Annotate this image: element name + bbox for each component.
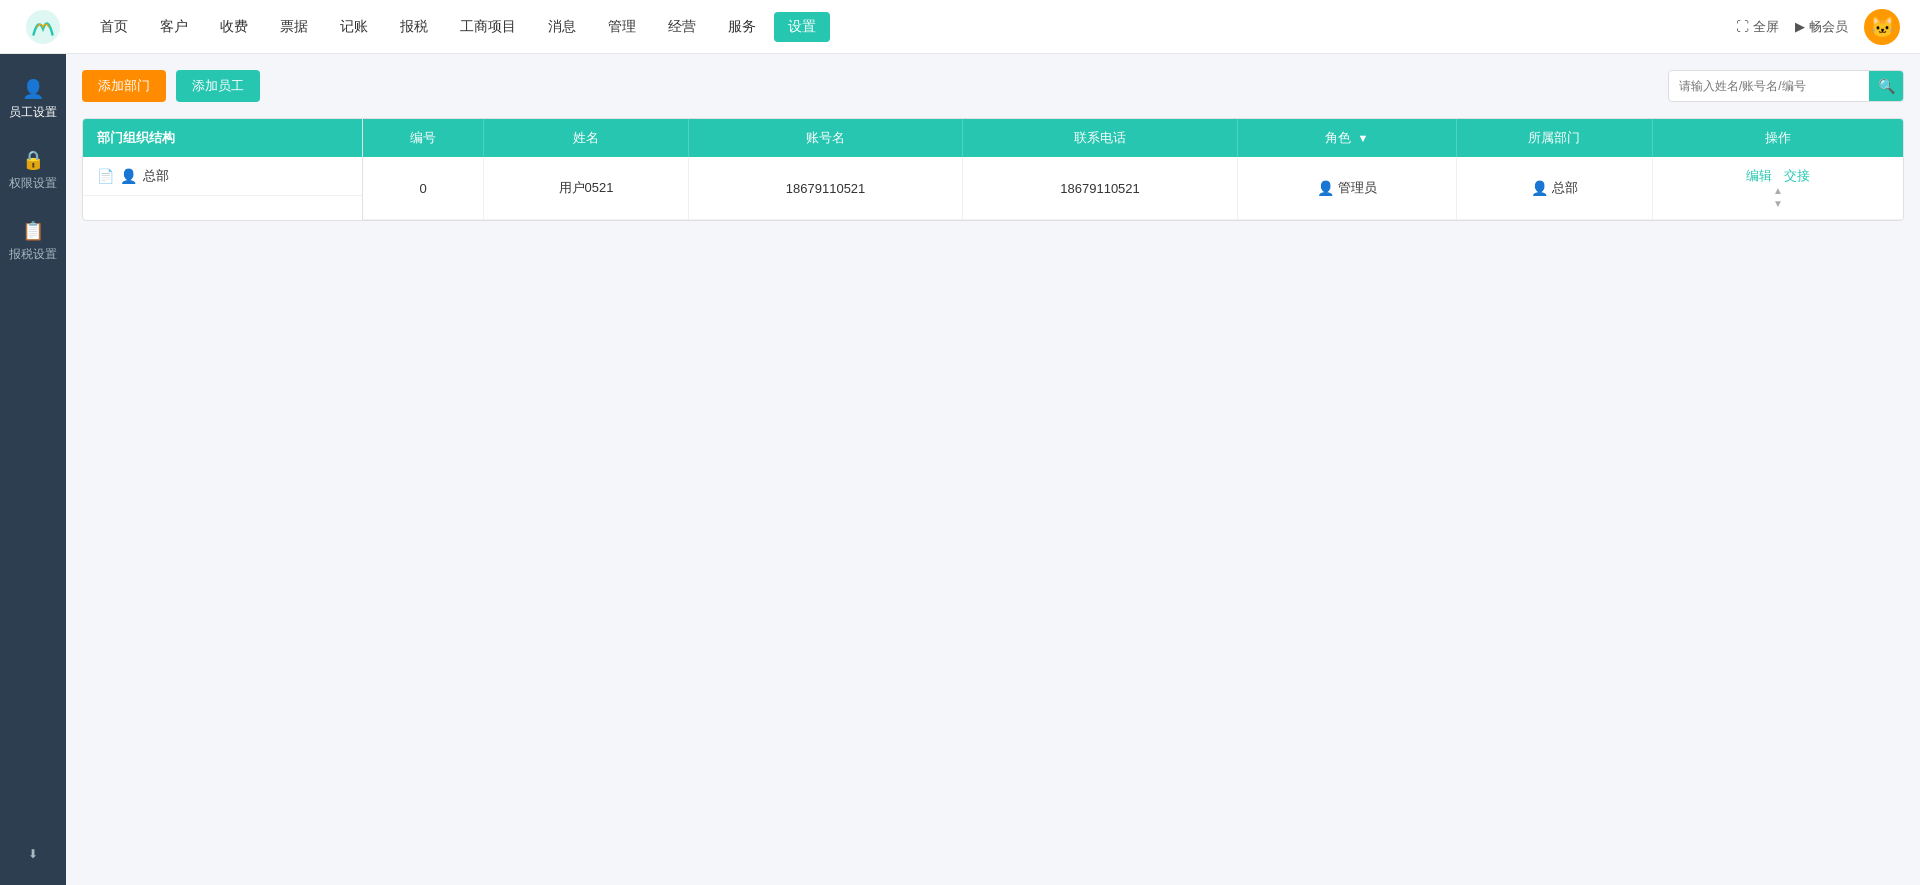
col-name: 姓名 xyxy=(484,119,689,157)
sidebar-item-employee[interactable]: 👤 员工设置 xyxy=(0,64,66,135)
arrow-down-icon: ▼ xyxy=(1773,198,1783,209)
tree-header: 部门组织结构 xyxy=(83,119,362,157)
nav-settings[interactable]: 设置 xyxy=(774,12,830,42)
tree-panel: 部门组织结构 📄 👤 总部 xyxy=(83,119,363,220)
vip-label: 畅会员 xyxy=(1809,18,1848,36)
logo-icon xyxy=(24,8,62,46)
search-input[interactable] xyxy=(1669,79,1869,93)
logo-area xyxy=(10,8,76,46)
tree-file-icon: 📄 xyxy=(97,168,114,184)
nav-home[interactable]: 首页 xyxy=(86,12,142,42)
main-layout: 👤 员工设置 🔒 权限设置 📋 报税设置 ⬇ 添加部门 添加员工 🔍 xyxy=(0,54,1920,885)
top-navigation: 首页 客户 收费 票据 记账 报税 工商项目 消息 管理 经营 服务 设置 ⛶ … xyxy=(0,0,1920,54)
role-label: 管理员 xyxy=(1338,179,1377,197)
cell-actions: 编辑 交接 ▲ ▼ xyxy=(1652,157,1903,220)
search-button[interactable]: 🔍 xyxy=(1869,70,1903,102)
sidebar-download[interactable]: ⬇ xyxy=(0,833,66,875)
search-icon: 🔍 xyxy=(1878,78,1895,94)
fullscreen-label: 全屏 xyxy=(1753,18,1779,36)
table-row: 0 用户0521 18679110521 18679110521 👤 管理员 xyxy=(363,157,1903,220)
employee-icon: 👤 xyxy=(22,78,44,100)
add-department-button[interactable]: 添加部门 xyxy=(82,70,166,102)
tree-item-root[interactable]: 📄 👤 总部 xyxy=(83,157,362,196)
col-account: 账号名 xyxy=(688,119,962,157)
sidebar-item-permission-label: 权限设置 xyxy=(9,175,57,192)
cell-phone: 18679110521 xyxy=(963,157,1237,220)
download-icon: ⬇ xyxy=(28,847,38,861)
scroll-arrows: ▲ ▼ xyxy=(1661,185,1895,209)
col-role-label: 角色 xyxy=(1325,130,1351,145)
col-role[interactable]: 角色 ▼ xyxy=(1237,119,1456,157)
nav-bill[interactable]: 票据 xyxy=(266,12,322,42)
fullscreen-button[interactable]: ⛶ 全屏 xyxy=(1736,18,1779,36)
main-nav: 首页 客户 收费 票据 记账 报税 工商项目 消息 管理 经营 服务 设置 xyxy=(86,12,1736,42)
sidebar-item-tax-label: 报税设置 xyxy=(9,246,57,263)
nav-operation[interactable]: 经营 xyxy=(654,12,710,42)
dept-user-icon: 👤 xyxy=(1531,180,1548,196)
cell-role: 👤 管理员 xyxy=(1237,157,1456,220)
table-header-row: 编号 姓名 账号名 联系电话 角色 ▼ 所属部门 操作 xyxy=(363,119,1903,157)
tax-icon: 📋 xyxy=(22,220,44,242)
arrow-up-icon: ▲ xyxy=(1773,185,1783,196)
sidebar-item-permission[interactable]: 🔒 权限设置 xyxy=(0,135,66,206)
vip-icon: ▶ xyxy=(1795,19,1805,34)
nav-account[interactable]: 记账 xyxy=(326,12,382,42)
nav-manage[interactable]: 管理 xyxy=(594,12,650,42)
avatar[interactable]: 🐱 xyxy=(1864,9,1900,45)
role-user-icon: 👤 xyxy=(1317,180,1334,196)
col-dept: 所属部门 xyxy=(1456,119,1652,157)
col-phone: 联系电话 xyxy=(963,119,1237,157)
permission-icon: 🔒 xyxy=(22,149,44,171)
transfer-button[interactable]: 交接 xyxy=(1784,168,1810,183)
search-box: 🔍 xyxy=(1668,70,1904,102)
col-action: 操作 xyxy=(1652,119,1903,157)
employee-table: 编号 姓名 账号名 联系电话 角色 ▼ 所属部门 操作 xyxy=(363,119,1903,220)
col-id: 编号 xyxy=(363,119,484,157)
tree-item-label: 总部 xyxy=(143,167,169,185)
sidebar-item-employee-label: 员工设置 xyxy=(9,104,57,121)
nav-client[interactable]: 客户 xyxy=(146,12,202,42)
sidebar: 👤 员工设置 🔒 权限设置 📋 报税设置 ⬇ xyxy=(0,54,66,885)
filter-icon: ▼ xyxy=(1358,132,1369,144)
table-container: 部门组织结构 📄 👤 总部 编号 姓名 账号名 联系电话 xyxy=(82,118,1904,221)
dept-label: 总部 xyxy=(1552,179,1578,197)
cell-name: 用户0521 xyxy=(484,157,689,220)
toolbar: 添加部门 添加员工 🔍 xyxy=(82,70,1904,102)
nav-message[interactable]: 消息 xyxy=(534,12,590,42)
nav-fee[interactable]: 收费 xyxy=(206,12,262,42)
cell-id: 0 xyxy=(363,157,484,220)
content-area: 添加部门 添加员工 🔍 部门组织结构 📄 👤 总部 xyxy=(66,54,1920,885)
nav-tax[interactable]: 报税 xyxy=(386,12,442,42)
sidebar-item-tax[interactable]: 📋 报税设置 xyxy=(0,206,66,277)
cell-account: 18679110521 xyxy=(688,157,962,220)
nav-service[interactable]: 服务 xyxy=(714,12,770,42)
nav-right: ⛶ 全屏 ▶ 畅会员 🐱 xyxy=(1736,9,1900,45)
nav-business[interactable]: 工商项目 xyxy=(446,12,530,42)
table-panel: 编号 姓名 账号名 联系电话 角色 ▼ 所属部门 操作 xyxy=(363,119,1903,220)
edit-button[interactable]: 编辑 xyxy=(1746,168,1772,183)
vip-button[interactable]: ▶ 畅会员 xyxy=(1795,18,1848,36)
cell-dept: 👤 总部 xyxy=(1456,157,1652,220)
fullscreen-icon: ⛶ xyxy=(1736,19,1749,34)
tree-user-icon: 👤 xyxy=(120,168,137,184)
add-employee-button[interactable]: 添加员工 xyxy=(176,70,260,102)
